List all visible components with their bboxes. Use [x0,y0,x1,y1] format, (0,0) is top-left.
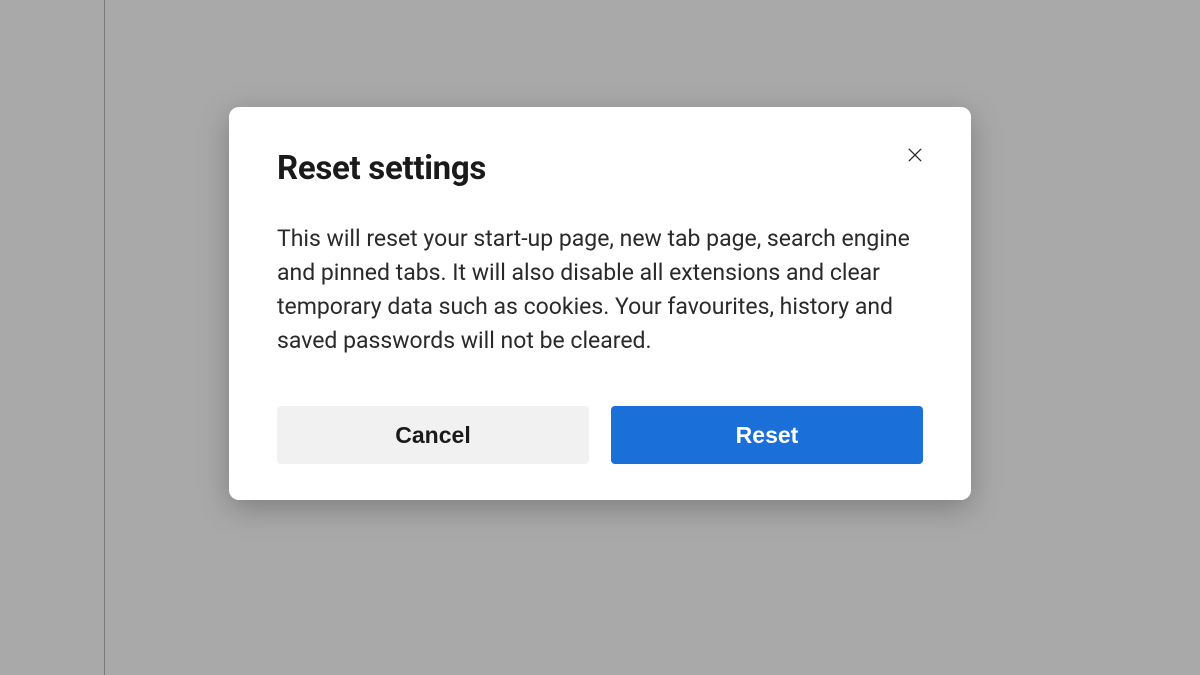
dialog-title: Reset settings [277,149,923,188]
close-icon [905,145,925,165]
dialog-header: Reset settings [277,149,923,188]
reset-button[interactable]: Reset [611,406,923,464]
cancel-button[interactable]: Cancel [277,406,589,464]
dialog-actions: Cancel Reset [277,406,923,464]
divider-line [104,0,105,675]
reset-settings-dialog: Reset settings This will reset your star… [229,107,971,500]
close-button[interactable] [901,141,929,169]
dialog-body-text: This will reset your start-up page, new … [277,222,923,358]
